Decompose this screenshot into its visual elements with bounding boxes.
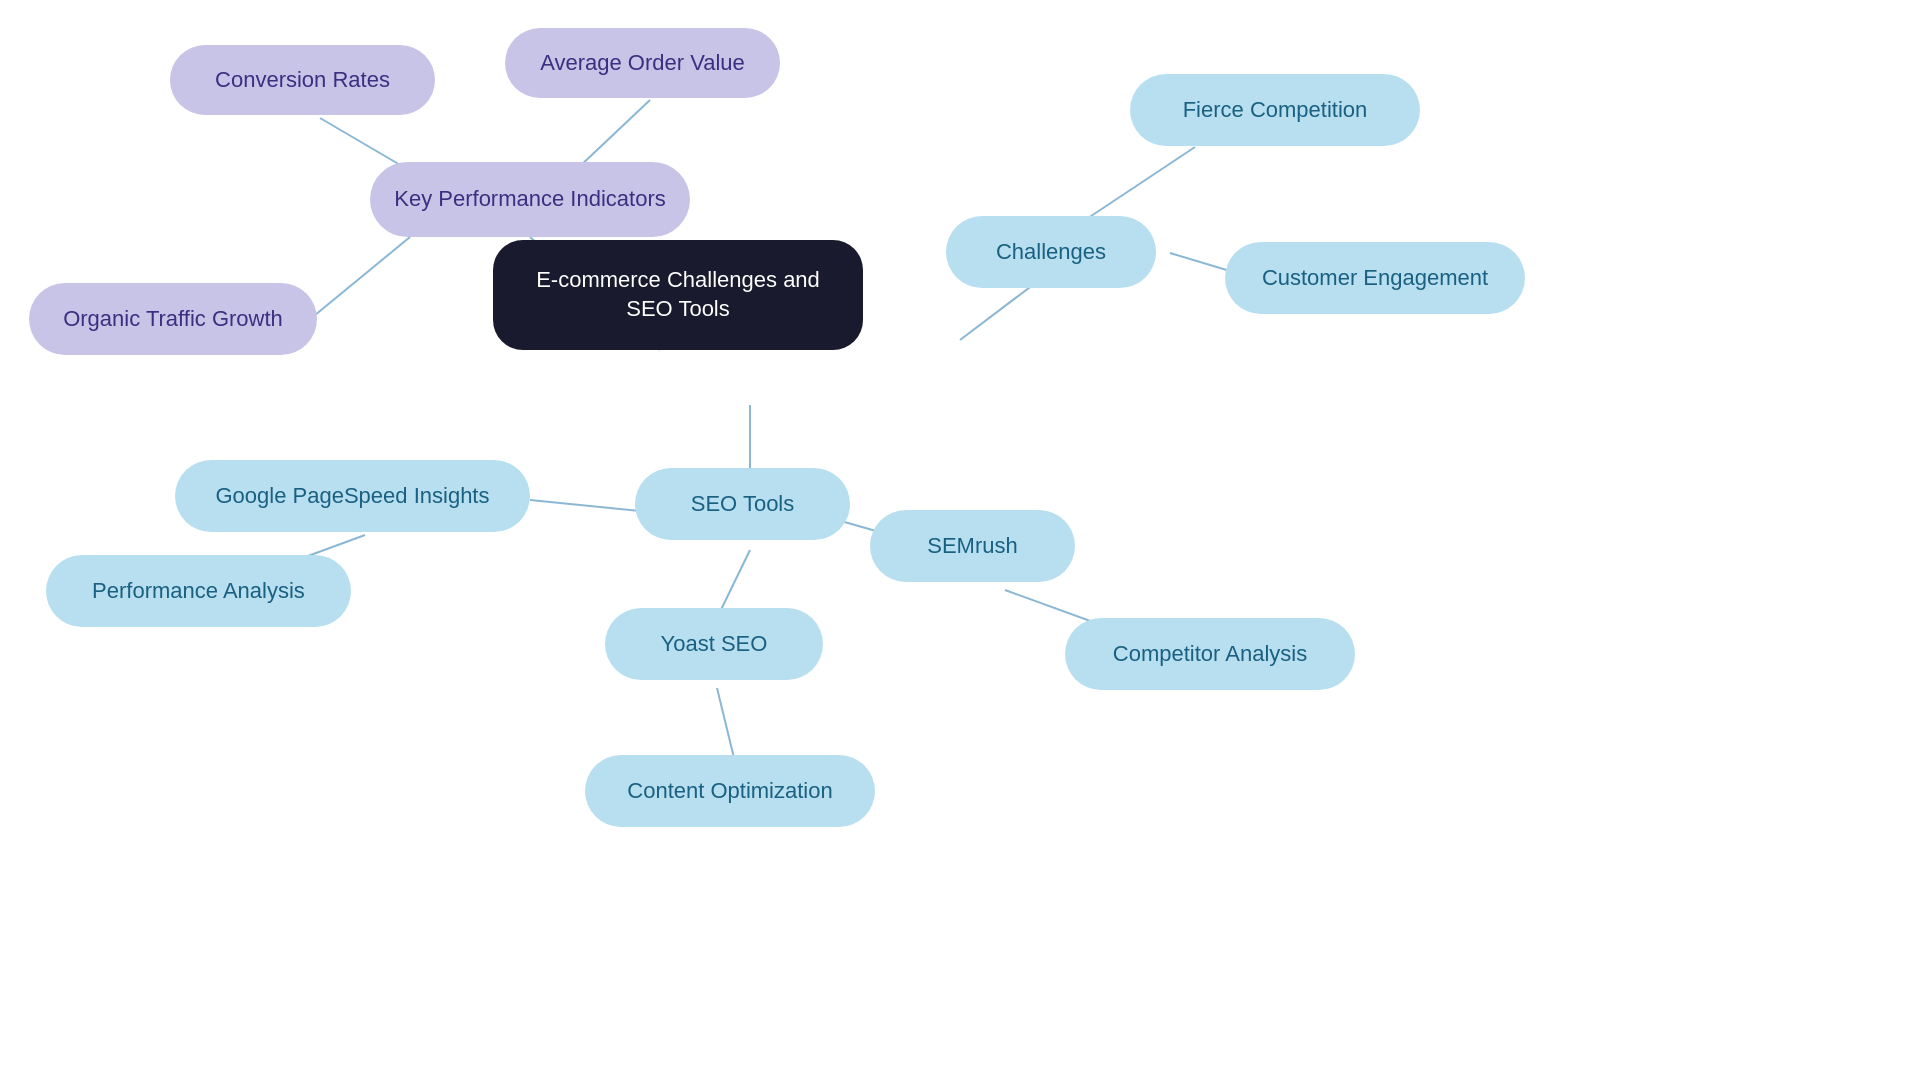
customer-engagement-node[interactable]: Customer Engagement [1225, 242, 1525, 314]
center-label: E-commerce Challenges and SEO Tools [526, 266, 830, 323]
organic-traffic-growth-node[interactable]: Organic Traffic Growth [29, 283, 317, 355]
organic-traffic-label: Organic Traffic Growth [53, 305, 293, 334]
average-order-value-node[interactable]: Average Order Value [505, 28, 780, 98]
challenges-label: Challenges [986, 238, 1116, 267]
average-order-value-label: Average Order Value [530, 49, 755, 78]
fierce-competition-node[interactable]: Fierce Competition [1130, 74, 1420, 146]
svg-line-3 [309, 237, 410, 320]
performance-analysis-node[interactable]: Performance Analysis [46, 555, 351, 627]
center-node[interactable]: E-commerce Challenges and SEO Tools [493, 240, 863, 350]
seo-tools-node[interactable]: SEO Tools [635, 468, 850, 540]
seo-tools-label: SEO Tools [681, 490, 805, 519]
content-optimization-node[interactable]: Content Optimization [585, 755, 875, 827]
conversion-rates-label: Conversion Rates [205, 66, 400, 95]
competitor-analysis-node[interactable]: Competitor Analysis [1065, 618, 1355, 690]
customer-engagement-label: Customer Engagement [1252, 264, 1498, 293]
google-pagespeed-label: Google PageSpeed Insights [206, 482, 500, 511]
google-pagespeed-node[interactable]: Google PageSpeed Insights [175, 460, 530, 532]
semrush-label: SEMrush [917, 532, 1027, 561]
conversion-rates-node[interactable]: Conversion Rates [170, 45, 435, 115]
fierce-competition-label: Fierce Competition [1173, 96, 1378, 125]
yoast-seo-node[interactable]: Yoast SEO [605, 608, 823, 680]
competitor-analysis-label: Competitor Analysis [1103, 640, 1317, 669]
svg-line-13 [717, 688, 735, 762]
challenges-node[interactable]: Challenges [946, 216, 1156, 288]
yoast-seo-label: Yoast SEO [651, 630, 778, 659]
semrush-node[interactable]: SEMrush [870, 510, 1075, 582]
kpi-node[interactable]: Key Performance Indicators [370, 162, 690, 237]
performance-analysis-label: Performance Analysis [82, 577, 315, 606]
kpi-label: Key Performance Indicators [384, 185, 675, 214]
content-optimization-label: Content Optimization [617, 777, 842, 806]
